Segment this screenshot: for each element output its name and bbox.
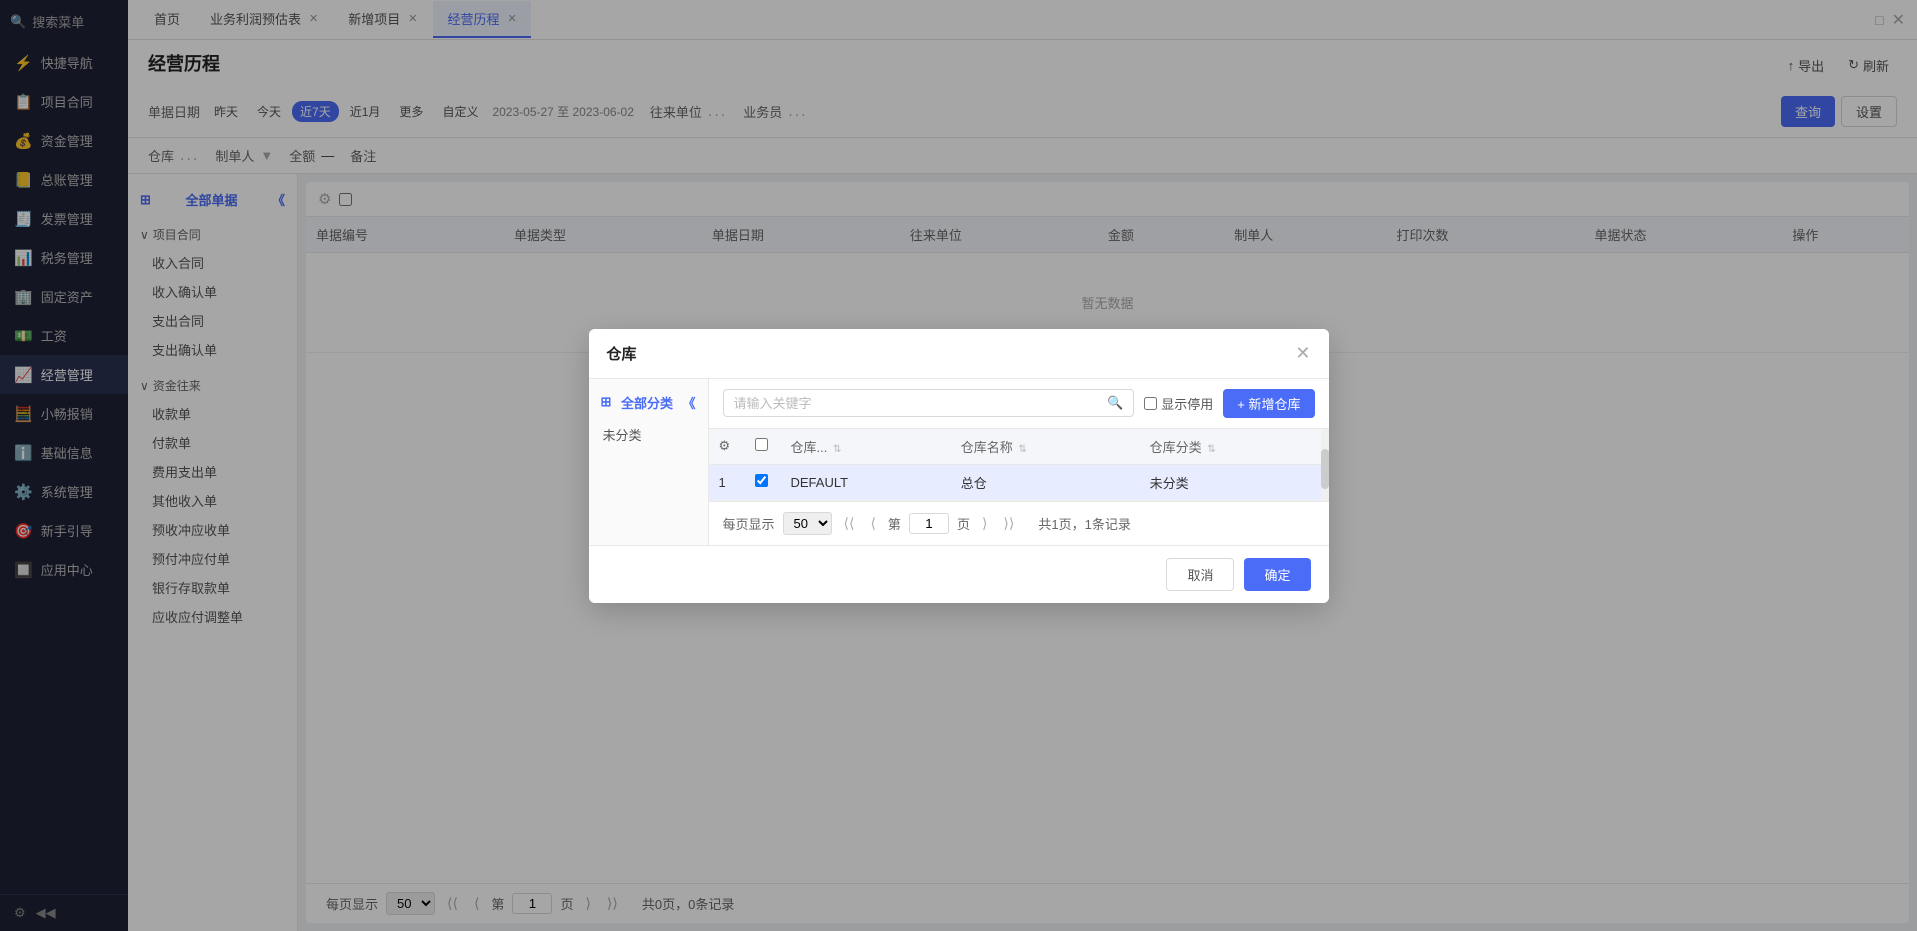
confirm-button[interactable]: 确定 bbox=[1244, 558, 1310, 591]
all-category-icon: ⊞ bbox=[601, 394, 612, 410]
modal-right-toolbar: 🔍 显示停用 + 新增仓库 bbox=[709, 379, 1329, 429]
modal-left-header[interactable]: ⊞ 全部分类 《 bbox=[589, 387, 708, 418]
col-warehouse-name: 仓库名称 ⇅ bbox=[951, 429, 1140, 465]
modal-next-page-button[interactable]: ⟩ bbox=[978, 513, 991, 534]
row-index: 1 bbox=[709, 464, 745, 500]
modal-last-page-button[interactable]: ⟩⟩ bbox=[999, 513, 1018, 534]
show-disabled-checkbox[interactable] bbox=[1144, 397, 1157, 410]
cancel-button[interactable]: 取消 bbox=[1166, 558, 1234, 591]
modal-search-icon: 🔍 bbox=[1107, 395, 1123, 411]
sort-name-icon: ⇅ bbox=[1018, 444, 1026, 455]
row-name: 总仓 bbox=[951, 464, 1140, 500]
modal-page-unit: 页 bbox=[957, 514, 970, 533]
modal-scrollbar-thumb[interactable] bbox=[1321, 449, 1329, 489]
modal-scrollbar-track[interactable] bbox=[1321, 429, 1329, 501]
modal-prev-page-button[interactable]: ⟨ bbox=[866, 513, 879, 534]
table-row[interactable]: 1 DEFAULT 总仓 未分类 bbox=[709, 464, 1329, 500]
modal-search-input[interactable] bbox=[734, 396, 1102, 411]
modal-right-panel: 🔍 显示停用 + 新增仓库 ⚙ bbox=[709, 379, 1329, 545]
modal-per-page-label: 每页显示 bbox=[723, 514, 775, 533]
modal-header: 仓库 ✕ bbox=[589, 329, 1329, 379]
show-disabled-text: 显示停用 bbox=[1161, 394, 1213, 413]
modal-first-page-button[interactable]: ⟨⟨ bbox=[840, 513, 859, 534]
modal-page-input[interactable] bbox=[909, 513, 949, 534]
modal-close-button[interactable]: ✕ bbox=[1295, 343, 1310, 364]
select-all-warehouse-checkbox[interactable] bbox=[755, 438, 768, 451]
modal-left-toggle-icon[interactable]: 《 bbox=[682, 393, 695, 412]
modal-title: 仓库 bbox=[607, 343, 637, 364]
modal-total-label: 共1页，1条记录 bbox=[1038, 514, 1130, 533]
modal-table-head: ⚙ 仓库... ⇅ 仓库名称 ⇅ bbox=[709, 429, 1329, 465]
col-settings: ⚙ bbox=[709, 429, 745, 465]
modal-page-label: 第 bbox=[888, 514, 901, 533]
sort-cat-icon: ⇅ bbox=[1207, 444, 1215, 455]
all-category-label: 全部分类 bbox=[621, 393, 673, 412]
modal-overlay[interactable]: 仓库 ✕ ⊞ 全部分类 《 未分类 🔍 bbox=[0, 0, 1917, 931]
modal-table-wrap[interactable]: ⚙ 仓库... ⇅ 仓库名称 ⇅ bbox=[709, 429, 1329, 501]
modal-warehouse: 仓库 ✕ ⊞ 全部分类 《 未分类 🔍 bbox=[589, 329, 1329, 603]
modal-left-panel: ⊞ 全部分类 《 未分类 bbox=[589, 379, 709, 545]
col-warehouse-code: 仓库... ⇅ bbox=[781, 429, 951, 465]
add-warehouse-button[interactable]: + 新增仓库 bbox=[1223, 389, 1314, 418]
row-code: DEFAULT bbox=[781, 464, 951, 500]
modal-body: ⊞ 全部分类 《 未分类 🔍 显示停用 bbox=[589, 379, 1329, 545]
modal-left-uncategorized[interactable]: 未分类 bbox=[589, 418, 708, 451]
sort-code-icon: ⇅ bbox=[833, 444, 841, 455]
modal-actions: 取消 确定 bbox=[589, 545, 1329, 603]
modal-pagination-bar: 每页显示 50 ⟨⟨ ⟨ 第 页 ⟩ ⟩⟩ 共1页，1条记录 bbox=[709, 501, 1329, 545]
show-disabled-label[interactable]: 显示停用 bbox=[1144, 394, 1213, 413]
col-warehouse-category: 仓库分类 ⇅ bbox=[1140, 429, 1329, 465]
modal-table-body: 1 DEFAULT 总仓 未分类 bbox=[709, 464, 1329, 500]
row-category: 未分类 bbox=[1140, 464, 1329, 500]
modal-warehouse-table: ⚙ 仓库... ⇅ 仓库名称 ⇅ bbox=[709, 429, 1329, 501]
row-checkbox[interactable] bbox=[745, 464, 781, 500]
col-checkbox bbox=[745, 429, 781, 465]
modal-search-box: 🔍 bbox=[723, 389, 1135, 417]
modal-per-page-select[interactable]: 50 bbox=[783, 512, 832, 535]
